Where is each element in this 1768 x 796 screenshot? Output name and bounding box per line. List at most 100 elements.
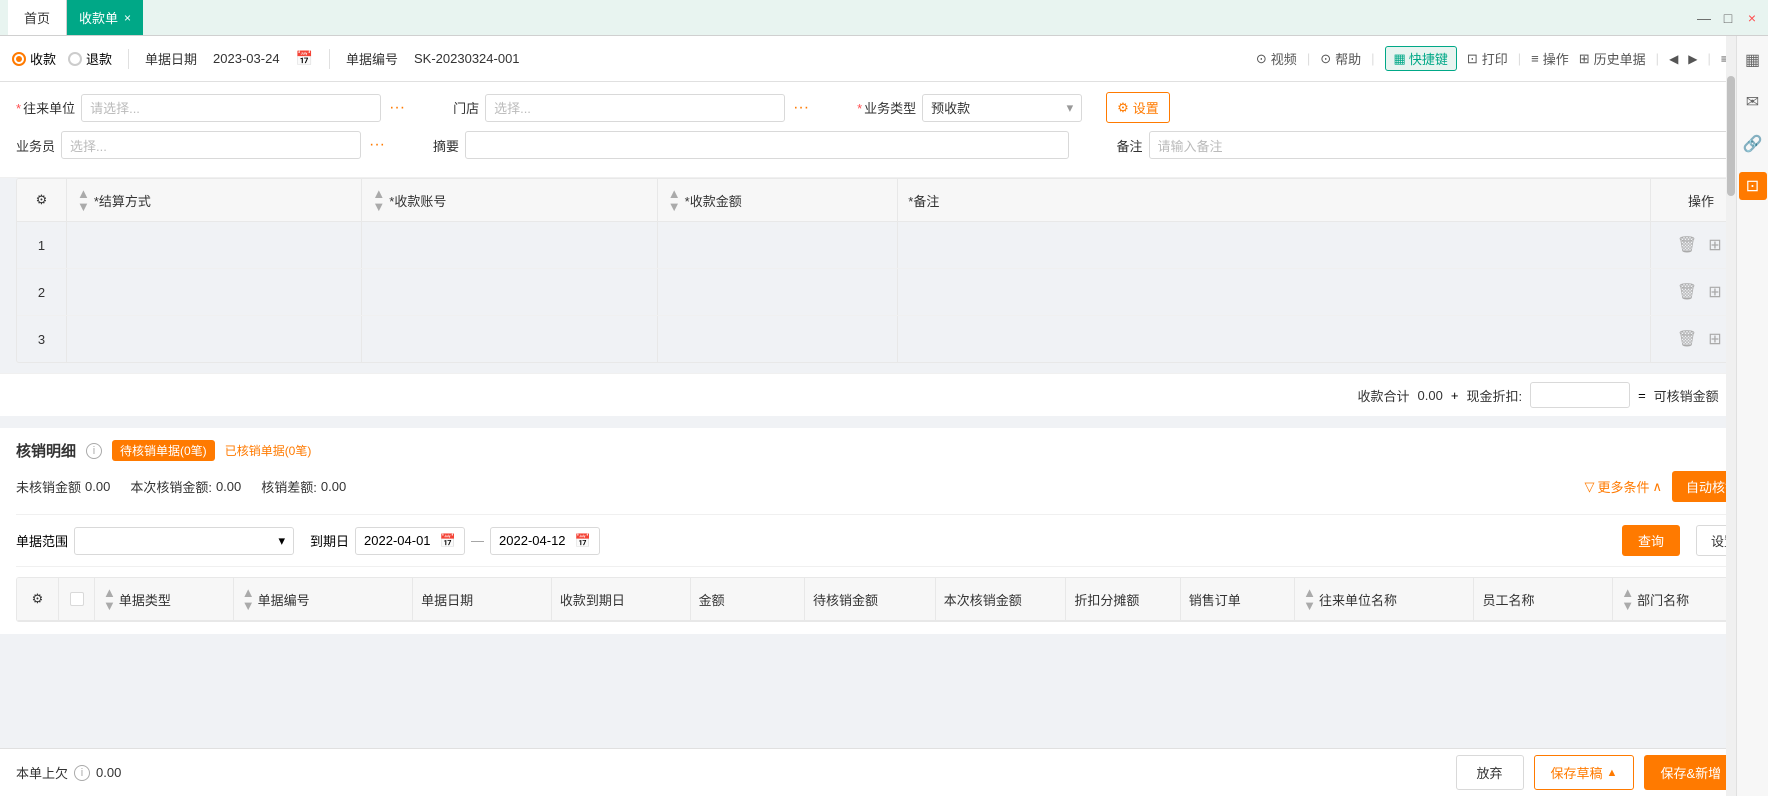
row3-delete-icon[interactable]: 🗑 [1677,329,1697,349]
row1-method[interactable] [67,222,362,268]
row3-method[interactable] [67,316,362,362]
row1-delete-icon[interactable]: 🗑 [1677,235,1697,255]
due-label: 到期日 [310,531,349,550]
row2-amount[interactable] [658,269,899,315]
sidebar-table-icon[interactable]: ▦ [1739,46,1767,74]
tab-home[interactable]: 首页 [8,0,67,35]
more-conditions-link[interactable]: ▽ 更多条件 ∧ [1584,477,1662,496]
scrollbar[interactable] [1726,36,1736,796]
query-button[interactable]: 查询 [1622,525,1680,556]
receivable-label: 可核销金额 [1654,386,1719,405]
tab-close-icon[interactable]: × [124,11,131,25]
business-select[interactable]: 预收款 ▾ [922,94,1082,122]
pending-tab[interactable]: 待核销单据(0笔) [112,440,215,461]
vcol-number: ▲▼ 单据编号 [234,578,413,620]
settings-icon: ⚙ [1117,100,1129,116]
staff-input[interactable]: 选择... [61,131,361,159]
row3-amount[interactable] [658,316,899,362]
summary-input[interactable] [465,131,1068,159]
radio-receive[interactable]: 收款 [12,49,56,68]
partner-input[interactable]: 请选择... [81,94,381,122]
partner-field: *往来单位 请选择... ··· [16,94,405,122]
select-all-checkbox[interactable] [70,592,84,606]
row2-copy-icon[interactable]: ⊞ [1705,282,1725,302]
row2-account[interactable] [362,269,657,315]
row1-account[interactable] [362,222,657,268]
row1-amount[interactable] [658,222,899,268]
shortcut-button[interactable]: ▦ 快捷键 [1385,46,1457,71]
date-label: 单据日期 [145,49,197,68]
date-from-input[interactable]: 2022-04-01 📅 [355,527,465,555]
number-value: SK-20230324-001 [414,51,520,66]
row2-method[interactable] [67,269,362,315]
staff-label: 业务员 [16,136,55,155]
sep2 [329,49,330,69]
row2-remark[interactable] [898,269,1651,315]
row1-remark[interactable] [898,222,1651,268]
row1-copy-icon[interactable]: ⊞ [1705,235,1725,255]
video-icon: ⊙ [1256,51,1267,67]
close-button[interactable]: × [1744,10,1760,26]
col-settings-header: ⚙ [17,179,67,221]
chevron-up-icon: ∧ [1652,479,1662,495]
calendar-icon[interactable]: 📅 [296,50,313,67]
summary-label: 摘要 [433,136,459,155]
range-select[interactable]: ▾ [74,527,294,555]
bottom-value: 0.00 [96,765,121,780]
col-amount-header: ▲▼ *收款金额 [658,179,899,221]
table-row: 1 🗑 ⊞ [17,222,1751,269]
sidebar-link-icon[interactable]: 🔗 [1739,130,1767,158]
radio-group: 收款 退款 [12,49,112,68]
staff-more-icon[interactable]: ··· [369,136,385,154]
row3-copy-icon[interactable]: ⊞ [1705,329,1725,349]
date-to-input[interactable]: 2022-04-12 📅 [490,527,600,555]
radio-refund[interactable]: 退款 [68,49,112,68]
row2-delete-icon[interactable]: 🗑 [1677,282,1697,302]
table-header: ⚙ ▲▼ *结算方式 ▲▼ *收款账号 ▲▼ *收款金额 *备注 操作 [17,179,1751,222]
right-sidebar: ▦ ✉ 🔗 ⊡ [1736,36,1768,796]
sidebar-email-icon[interactable]: ✉ [1739,88,1767,116]
discount-input[interactable] [1530,382,1630,408]
partner-more-icon[interactable]: ··· [389,99,405,117]
row3-account[interactable] [362,316,657,362]
print-button[interactable]: ⊡ 打印 [1467,49,1508,68]
settings-gear-icon[interactable]: ⚙ [36,192,48,208]
history-button[interactable]: ⊞ 历史单据 [1579,49,1646,68]
radio-receive-label: 收款 [30,49,56,68]
next-button[interactable]: ▶ [1688,52,1697,66]
calendar-from-icon: 📅 [440,533,456,549]
help-button[interactable]: ⊙ 帮助 [1320,49,1361,68]
remark-input[interactable]: 请输入备注 [1149,131,1752,159]
this-cancel-stat: 本次核销金额: 0.00 [130,477,241,496]
settings-button[interactable]: ⚙ 设置 [1106,92,1170,123]
minimize-button[interactable]: — [1696,10,1712,26]
verify-section: 核销明细 i 待核销单据(0笔) 已核销单据(0笔) 未核销金额 0.00 本次… [0,424,1768,634]
verify-title-text: 核销明细 [16,440,76,461]
tab-active[interactable]: 收款单 × [67,0,143,35]
store-input[interactable]: 选择... [485,94,785,122]
done-tab[interactable]: 已核销单据(0笔) [225,442,312,459]
maximize-button[interactable]: □ [1720,10,1736,26]
sep1 [128,49,129,69]
due-filter-field: 到期日 2022-04-01 📅 — 2022-04-12 📅 [310,527,600,555]
help-icon: ⊙ [1320,51,1331,67]
store-more-icon[interactable]: ··· [793,99,809,117]
radio-receive-dot [12,52,26,66]
verify-info-icon[interactable]: i [86,443,102,459]
filter-row: 单据范围 ▾ 到期日 2022-04-01 📅 — 2022-04-12 📅 查… [16,514,1752,567]
discount-label: 现金折扣: [1466,386,1522,405]
abandon-button[interactable]: 放弃 [1456,755,1524,790]
video-button[interactable]: ⊙ 视频 [1256,49,1297,68]
sidebar-camera-icon[interactable]: ⊡ [1739,172,1767,200]
save-draft-button[interactable]: 保存草稿 ▲ [1534,755,1635,790]
bottom-info-icon[interactable]: i [74,765,90,781]
calendar-to-icon: 📅 [575,533,591,549]
prev-button[interactable]: ◀ [1669,52,1678,66]
vcol-type: ▲▼ 单据类型 [95,578,234,620]
operation-button[interactable]: ≡ 操作 [1531,49,1569,68]
window-controls: — □ × [1696,10,1760,26]
scrollbar-thumb[interactable] [1727,76,1735,196]
row3-remark[interactable] [898,316,1651,362]
vcol-gear-icon[interactable]: ⚙ [32,591,44,607]
table-row: 2 🗑 ⊞ [17,269,1751,316]
